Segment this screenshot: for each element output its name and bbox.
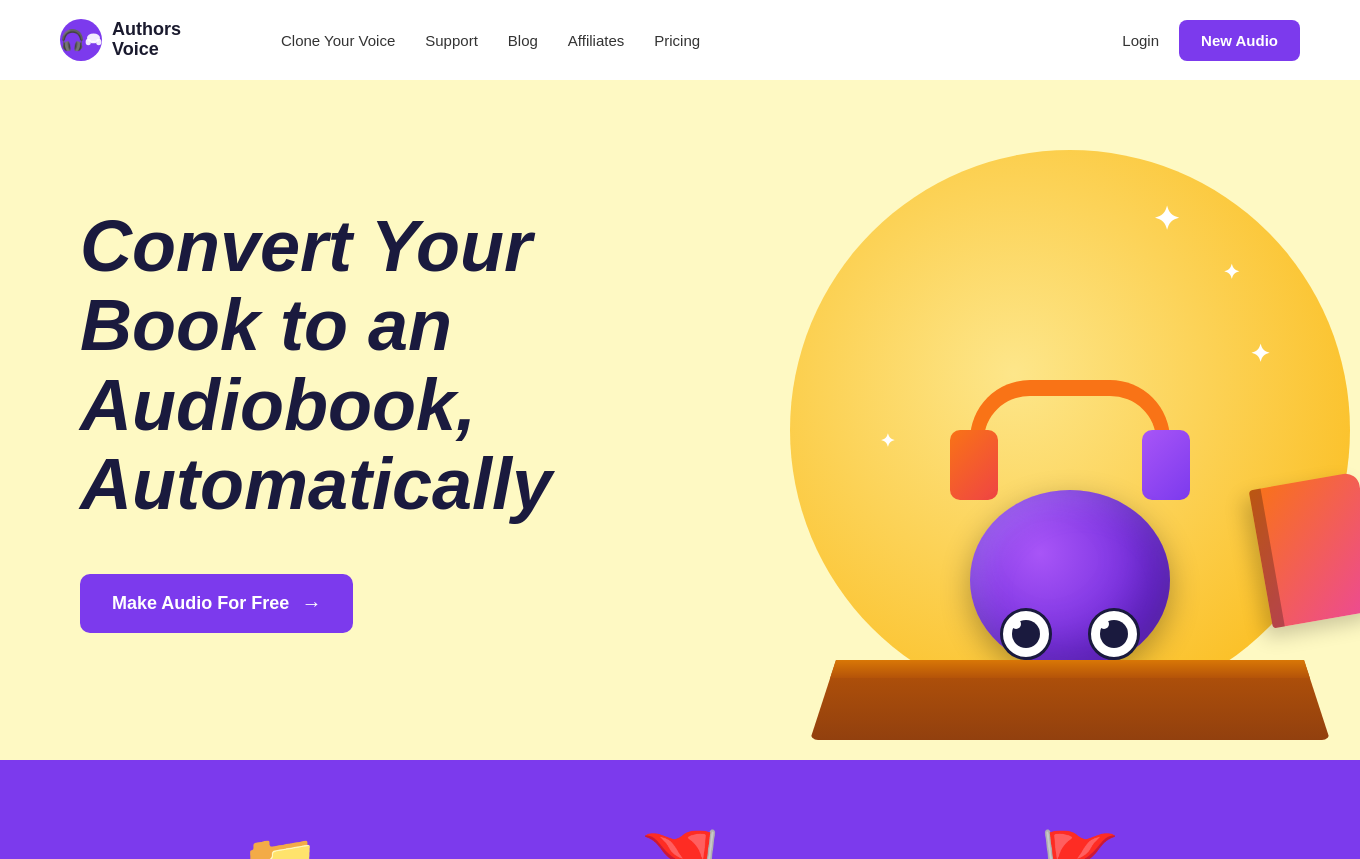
cta-label: Make Audio For Free bbox=[112, 593, 289, 614]
feature-item-2: 🚩 bbox=[635, 820, 725, 859]
hero-visual: ✦ ✦ ✦ ✦ bbox=[760, 120, 1360, 740]
platform-base bbox=[810, 660, 1330, 740]
nav-affiliates[interactable]: Affiliates bbox=[568, 32, 624, 49]
monster-eye-right bbox=[1088, 608, 1140, 660]
hero-title: Convert Your Book to an Audiobook, Autom… bbox=[80, 207, 740, 524]
nav-pricing[interactable]: Pricing bbox=[654, 32, 700, 49]
nav-clone-your-voice[interactable]: Clone Your Voice bbox=[281, 32, 395, 49]
folder-icon: 📁 bbox=[235, 820, 325, 859]
svg-rect-3 bbox=[91, 41, 96, 43]
logo-icon bbox=[60, 19, 102, 61]
sparkle-icon-1: ✦ bbox=[1153, 200, 1180, 238]
flag-orange-icon: 🚩 bbox=[635, 820, 725, 859]
headphones-icon bbox=[950, 380, 1190, 500]
feature-item-1: 📁 bbox=[235, 820, 325, 859]
features-section: 📁 🚩 🚩 bbox=[0, 760, 1360, 859]
sparkle-icon-3: ✦ bbox=[1250, 340, 1270, 368]
nav-links: Clone Your Voice Support Blog Affiliates… bbox=[221, 0, 760, 80]
nav-support[interactable]: Support bbox=[425, 32, 478, 49]
nav-right: Login New Audio bbox=[1122, 20, 1300, 61]
svg-point-1 bbox=[86, 39, 91, 46]
headphone-band bbox=[970, 380, 1170, 440]
hero-section: Convert Your Book to an Audiobook, Autom… bbox=[0, 80, 1360, 760]
logo-text: AuthorsVoice bbox=[112, 20, 181, 60]
sparkle-icon-2: ✦ bbox=[1223, 260, 1240, 284]
cta-button[interactable]: Make Audio For Free → bbox=[80, 574, 353, 633]
feature-item-3: 🚩 bbox=[1035, 820, 1125, 859]
sparkle-icon-4: ✦ bbox=[880, 430, 895, 452]
flag-red-icon: 🚩 bbox=[1035, 820, 1125, 859]
logo-link[interactable]: AuthorsVoice bbox=[60, 19, 181, 61]
login-button[interactable]: Login bbox=[1122, 32, 1159, 49]
monster-eye-left bbox=[1000, 608, 1052, 660]
monster-character bbox=[970, 490, 1170, 670]
headphone-ear-right bbox=[1142, 430, 1190, 500]
new-audio-button[interactable]: New Audio bbox=[1179, 20, 1300, 61]
cta-arrow-icon: → bbox=[301, 592, 321, 615]
hero-content: Convert Your Book to an Audiobook, Autom… bbox=[80, 207, 740, 633]
nav-left: AuthorsVoice Clone Your Voice Support Bl… bbox=[60, 0, 760, 80]
nav-blog[interactable]: Blog bbox=[508, 32, 538, 49]
navbar: AuthorsVoice Clone Your Voice Support Bl… bbox=[0, 0, 1360, 80]
svg-point-2 bbox=[96, 39, 101, 46]
headphone-ear-left bbox=[950, 430, 998, 500]
